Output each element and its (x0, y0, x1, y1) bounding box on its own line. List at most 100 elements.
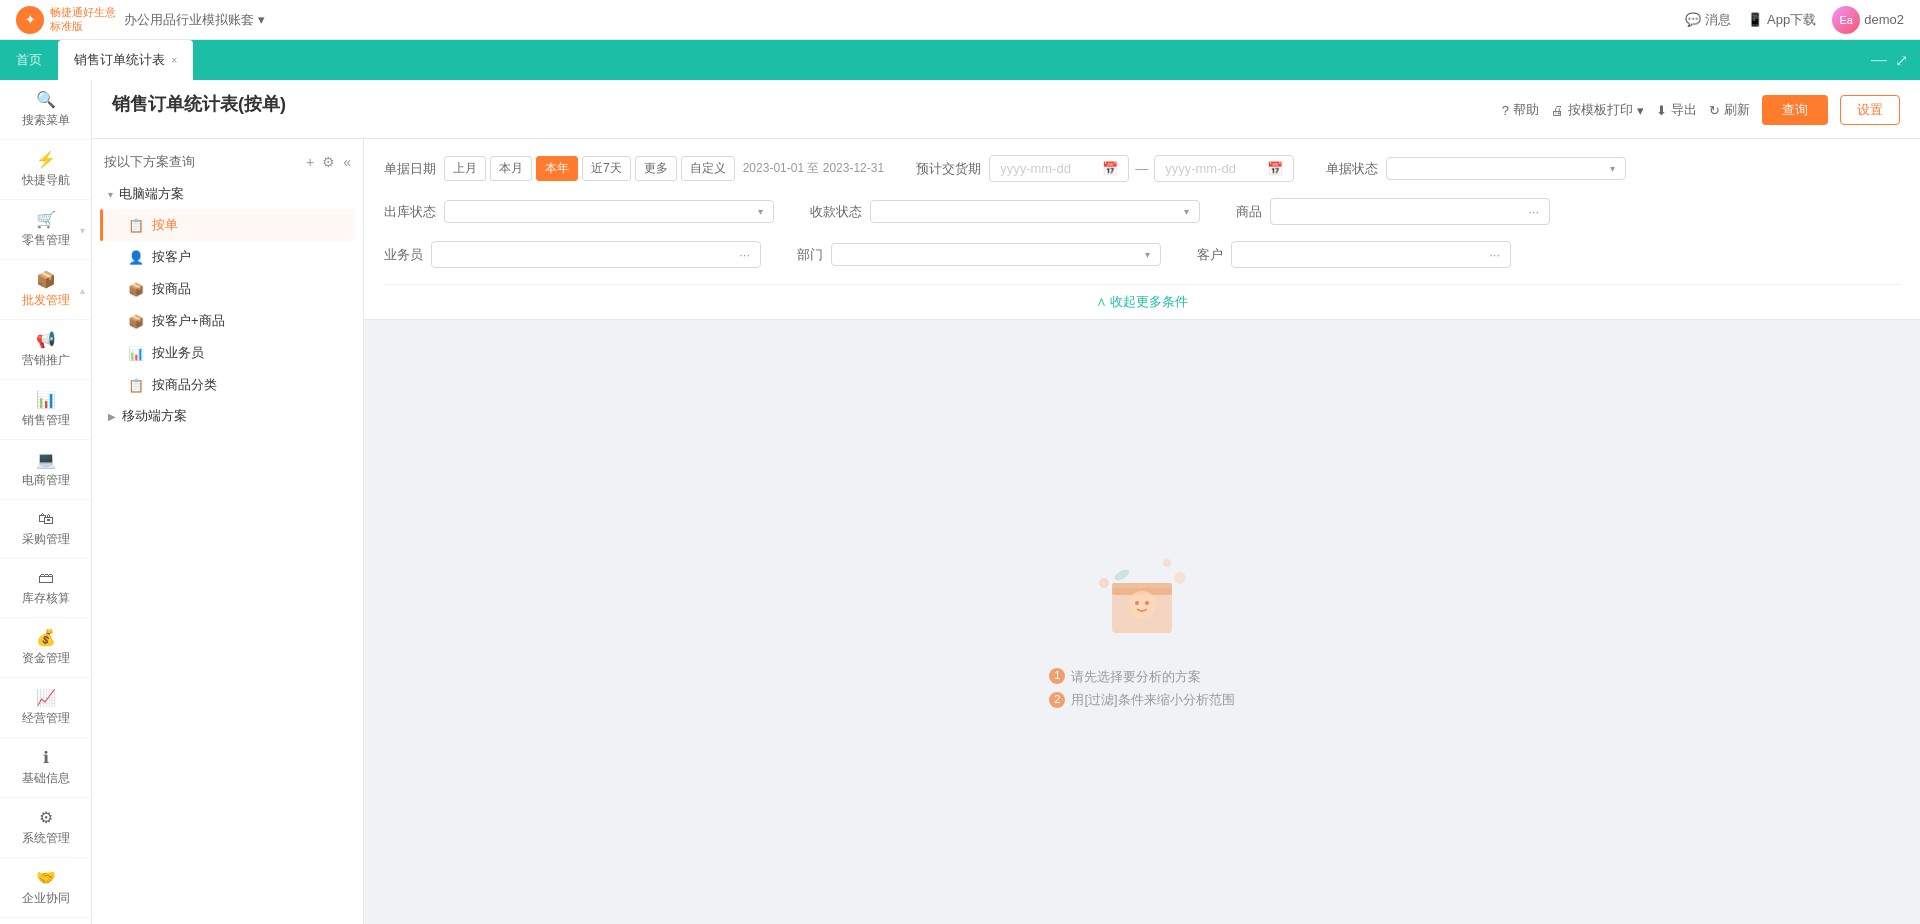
tree-child-by-product[interactable]: 📦 按商品 (100, 273, 355, 305)
sidebar-item-operation[interactable]: 📈 经营管理 (0, 678, 91, 738)
tree-child-by-customer-product[interactable]: 📦 按客户+商品 (100, 305, 355, 337)
tab-sales-order-stats[interactable]: 销售订单统计表 × (58, 40, 193, 80)
customer-select[interactable]: ··· (1231, 241, 1511, 268)
basic-icon: ℹ (43, 748, 49, 767)
finance-icon: 💰 (36, 628, 56, 647)
panel-icons: + ⚙ « (306, 154, 351, 170)
filter-item-shipment: 出库状态 ▾ (384, 200, 774, 223)
expected-date-label: 预计交货期 (916, 160, 981, 178)
scheme-tree: ▾ 电脑端方案 📋 按单 👤 按客户 📦 按商品 (92, 179, 363, 431)
sidebar-wholesale-label: 批发管理 (22, 292, 70, 309)
message-icon: 💬 (1685, 12, 1701, 27)
payment-select[interactable]: ▾ (870, 200, 1200, 223)
sidebar-item-purchase[interactable]: 🛍 采购管理 (0, 500, 91, 559)
top-bar-right: 💬 消息 📱 App下载 Ea demo2 (1685, 6, 1904, 34)
panel-collapse-icon[interactable]: « (343, 154, 351, 170)
sidebar-item-system[interactable]: ⚙ 系统管理 (0, 798, 91, 858)
shipment-label: 出库状态 (384, 203, 436, 221)
logo-icon: ✦ (16, 6, 44, 34)
collapse-filters-button[interactable]: ∧ 收起更多条件 (384, 284, 1900, 319)
product-more-icon: ··· (1528, 204, 1539, 219)
search-sidebar-icon: 🔍 (36, 90, 56, 109)
tab-bar-right: — ⤢ (1871, 51, 1920, 70)
panel-header: 按以下方案查询 + ⚙ « (92, 149, 363, 179)
page-title: 销售订单统计表(按单) (112, 92, 286, 128)
date-start-input[interactable]: yyyy-mm-dd 📅 (989, 155, 1129, 182)
tree-parent-mobile[interactable]: ▶ 移动端方案 (100, 401, 355, 431)
top-bar: ✦ 畅捷通好生意 标准版 办公用品行业模拟账套 ▾ 💬 消息 📱 App下载 E… (0, 0, 1920, 40)
salesperson-select[interactable]: ··· (431, 241, 761, 268)
app-download-button[interactable]: 📱 App下载 (1747, 11, 1816, 29)
payment-chevron-icon: ▾ (1184, 206, 1189, 217)
by-product-icon: 📦 (128, 282, 144, 297)
svg-point-6 (1174, 572, 1186, 584)
tab-home[interactable]: 首页 (0, 40, 58, 80)
tree-child-by-salesperson[interactable]: 📊 按业务员 (100, 337, 355, 369)
salesperson-more-icon: ··· (739, 247, 750, 262)
calendar-start-icon: 📅 (1102, 161, 1118, 176)
product-select[interactable]: ··· (1270, 198, 1550, 225)
department-select[interactable]: ▾ (831, 243, 1161, 266)
breadcrumb-select[interactable]: 办公用品行业模拟账套 ▾ (124, 11, 265, 29)
wholesale-icon: 📦 (36, 270, 56, 289)
sidebar-item-inventory[interactable]: 🗃 库存核算 (0, 559, 91, 618)
home-tab-label: 首页 (16, 51, 42, 69)
tab-close-icon[interactable]: × (171, 54, 177, 66)
sidebar-operation-label: 经营管理 (22, 710, 70, 727)
sidebar-inventory-label: 库存核算 (22, 590, 70, 607)
marketing-icon: 📢 (36, 330, 56, 349)
help-button[interactable]: ? 帮助 (1502, 101, 1539, 119)
sidebar-system-label: 系统管理 (22, 830, 70, 847)
sidebar-item-quick-nav[interactable]: ⚡ 快捷导航 (0, 140, 91, 200)
tree-parent-desktop[interactable]: ▾ 电脑端方案 (100, 179, 355, 209)
hint-item-2: 2 用[过滤]条件来缩小分析范围 (1049, 688, 1234, 711)
tree-child-by-category[interactable]: 📋 按商品分类 (100, 369, 355, 401)
message-button[interactable]: 💬 消息 (1685, 11, 1731, 29)
shipment-select[interactable]: ▾ (444, 200, 774, 223)
sidebar-item-newbie[interactable]: 🎯 新手引导 (0, 918, 91, 924)
query-button[interactable]: 查询 (1762, 95, 1828, 125)
settings-button[interactable]: 设置 (1840, 95, 1900, 125)
time-btn-last-7days[interactable]: 近7天 (582, 156, 631, 181)
hint-item-1: 1 请先选择要分析的方案 (1049, 665, 1234, 688)
hint-num-2: 2 (1049, 692, 1065, 708)
tab-minimize-icon[interactable]: — (1871, 51, 1887, 69)
filter-item-expected-date: 预计交货期 yyyy-mm-dd 📅 — yyyy-mm-dd 📅 (916, 155, 1294, 182)
order-status-label: 单据状态 (1326, 160, 1378, 178)
export-button[interactable]: ⬇ 导出 (1656, 101, 1697, 119)
filter-row-1: 单据日期 上月 本月 本年 近7天 更多 自定义 2023-01-01 至 20… (384, 139, 1900, 182)
ecommerce-icon: 💻 (36, 450, 56, 469)
sidebar-item-finance[interactable]: 💰 资金管理 (0, 618, 91, 678)
time-btn-more[interactable]: 更多 (635, 156, 677, 181)
print-button[interactable]: 🖨 按模板打印 ▾ (1551, 101, 1644, 119)
sidebar-retail-label: 零售管理 (22, 232, 70, 249)
system-icon: ⚙ (39, 808, 53, 827)
date-end-input[interactable]: yyyy-mm-dd 📅 (1154, 155, 1294, 182)
time-btn-custom[interactable]: 自定义 (681, 156, 735, 181)
sidebar-item-retail[interactable]: 🛒 零售管理 ▾ (0, 200, 91, 260)
sidebar-enterprise-label: 企业协同 (22, 890, 70, 907)
sidebar-item-search[interactable]: 🔍 搜索菜单 (0, 80, 91, 140)
panel-settings-icon[interactable]: ⚙ (322, 154, 335, 170)
panel-add-icon[interactable]: + (306, 154, 314, 170)
tab-expand-icon[interactable]: ⤢ (1895, 51, 1908, 70)
empty-svg (1082, 533, 1202, 653)
time-btn-this-year[interactable]: 本年 (536, 156, 578, 181)
sidebar-item-ecommerce[interactable]: 💻 电商管理 (0, 440, 91, 500)
user-profile[interactable]: Ea demo2 (1832, 6, 1904, 34)
sidebar-item-wholesale[interactable]: 📦 批发管理 ▴ (0, 260, 91, 320)
sidebar-item-basic[interactable]: ℹ 基础信息 (0, 738, 91, 798)
inventory-icon: 🗃 (38, 569, 54, 587)
tree-child-by-customer[interactable]: 👤 按客户 (100, 241, 355, 273)
time-btn-last-month[interactable]: 上月 (444, 156, 486, 181)
sidebar-item-enterprise[interactable]: 🤝 企业协同 (0, 858, 91, 918)
date-range-picker: yyyy-mm-dd 📅 — yyyy-mm-dd 📅 (989, 155, 1294, 182)
sidebar-item-marketing[interactable]: 📢 营销推广 (0, 320, 91, 380)
empty-area: 1 请先选择要分析的方案 2 用[过滤]条件来缩小分析范围 (364, 320, 1920, 924)
tree-child-by-order[interactable]: 📋 按单 (100, 209, 355, 241)
sidebar-item-sales[interactable]: 📊 销售管理 (0, 380, 91, 440)
time-btn-this-month[interactable]: 本月 (490, 156, 532, 181)
order-status-select[interactable]: ▾ (1386, 157, 1626, 180)
refresh-button[interactable]: ↻ 刷新 (1709, 101, 1750, 119)
desktop-scheme-label: 电脑端方案 (119, 185, 184, 203)
